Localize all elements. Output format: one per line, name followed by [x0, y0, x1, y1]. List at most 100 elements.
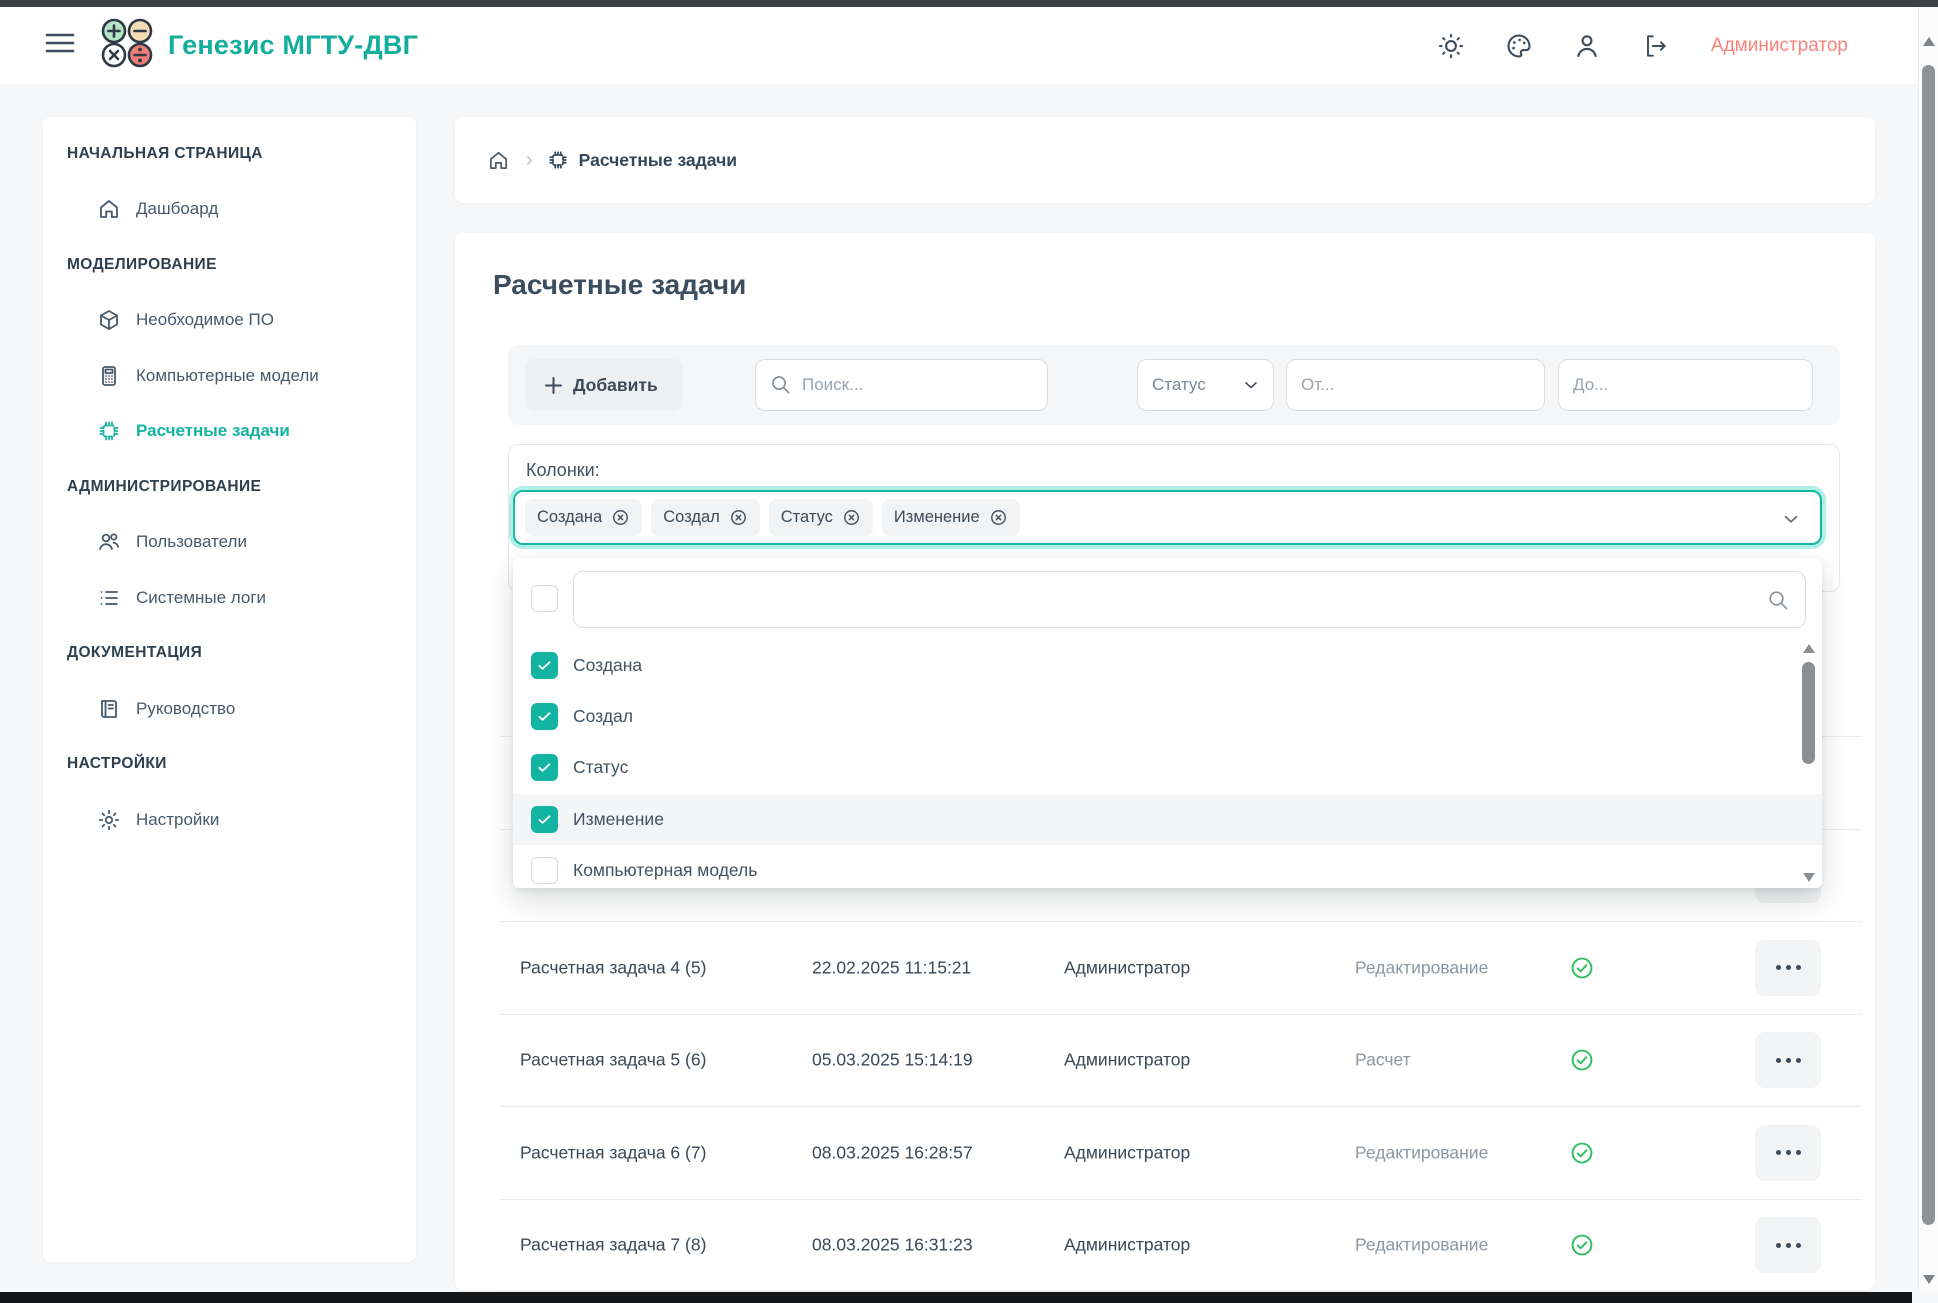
breadcrumb-page-label: Расчетные задачи — [578, 149, 737, 170]
row-menu-button[interactable] — [1755, 1217, 1821, 1274]
table-row: Расчетная задача 4 (5) 22.02.2025 11:15:2… — [500, 922, 1862, 1015]
scrollbar-thumb[interactable] — [1802, 662, 1815, 764]
chip-remove-icon[interactable] — [611, 508, 630, 527]
task-status: Редактирование — [1355, 957, 1489, 978]
sidebar-item-calculator[interactable]: Компьютерные модели — [43, 348, 416, 404]
sidebar-item-gear[interactable]: Настройки — [43, 792, 416, 848]
sidebar-section-label: МОДЕЛИРОВАНИЕ — [67, 255, 217, 273]
toolbar: Добавить Статус — [508, 345, 1840, 425]
table-row: Расчетная задача 5 (6) 05.03.2025 15:14:1… — [500, 1015, 1862, 1107]
sidebar-item-home[interactable]: Дашбоард — [43, 182, 416, 238]
theme-sun-icon[interactable] — [1437, 32, 1465, 60]
content-card: Расчетные задачи Добавить Статус Колонки… — [455, 233, 1875, 1292]
sidebar-item-label: Пользователи — [136, 532, 247, 552]
cube-icon — [97, 308, 121, 332]
home-icon — [97, 197, 121, 221]
checkbox-unchecked[interactable] — [531, 856, 558, 884]
status-select[interactable]: Статус — [1137, 359, 1274, 411]
scroll-down-arrow[interactable] — [1923, 1275, 1935, 1284]
gear-icon — [97, 808, 121, 832]
breadcrumb-current: Расчетные задачи — [547, 149, 737, 171]
chip-label: Создал — [663, 508, 720, 526]
column-option[interactable]: Создал — [513, 691, 1822, 742]
scroll-up-arrow[interactable] — [1923, 37, 1935, 46]
sidebar-item-chip[interactable]: Расчетные задачи — [43, 404, 416, 460]
sidebar-item-logs[interactable]: Системные логи — [43, 570, 416, 626]
scroll-up-arrow[interactable] — [1803, 644, 1815, 653]
sidebar-item-label: Компьютерные модели — [136, 365, 319, 385]
dropdown-scrollbar[interactable] — [1801, 644, 1817, 882]
row-menu-button[interactable] — [1755, 939, 1821, 996]
columns-multiselect[interactable]: Создана Создал Статус Изменение — [513, 490, 1822, 545]
task-creator: Администратор — [1064, 957, 1191, 978]
sidebar-item-cube[interactable]: Необходимое ПО — [43, 293, 416, 349]
column-option[interactable]: Компьютерная модель — [513, 845, 1822, 896]
current-user-role[interactable]: Администратор — [1711, 35, 1848, 57]
header-actions: Администратор — [1437, 32, 1918, 60]
chip-remove-icon[interactable] — [989, 508, 1008, 527]
chip-label: Создана — [537, 508, 603, 526]
chip-label: Статус — [780, 508, 833, 526]
sidebar-nav: НАЧАЛЬНАЯ СТРАНИЦА Дашбоард МОДЕЛИРОВАНИЕ Н… — [43, 126, 416, 848]
column-option[interactable]: Изменение — [513, 793, 1822, 845]
user-icon[interactable] — [1573, 32, 1601, 60]
window-top-edge — [0, 0, 1938, 7]
add-button[interactable]: Добавить — [526, 359, 682, 411]
selected-column-chips: Создана Создал Статус Изменение — [525, 499, 1020, 536]
calculator-icon — [97, 364, 121, 388]
row-menu-button[interactable] — [1755, 1124, 1821, 1181]
search-input[interactable] — [755, 359, 1048, 411]
column-option[interactable]: Статус — [513, 742, 1822, 793]
page-vertical-scrollbar[interactable] — [1918, 7, 1938, 1292]
checkbox-checked[interactable] — [531, 703, 558, 731]
chip-remove-icon[interactable] — [842, 508, 861, 527]
date-from-input[interactable] — [1286, 359, 1545, 411]
success-check-icon — [1569, 1232, 1595, 1258]
option-label: Статус — [573, 757, 629, 778]
app-logo-math-icon — [98, 17, 156, 74]
task-status: Редактирование — [1355, 1234, 1489, 1255]
checkbox-checked[interactable] — [531, 652, 558, 680]
scroll-down-arrow[interactable] — [1803, 873, 1815, 882]
checkbox-checked[interactable] — [531, 754, 558, 782]
dropdown-search-row — [513, 558, 1822, 640]
checkbox-checked[interactable] — [531, 805, 558, 833]
task-name: Расчетная задача 7 (8) — [520, 1234, 707, 1255]
column-chip: Изменение — [881, 499, 1020, 536]
sidebar: НАЧАЛЬНАЯ СТРАНИЦА Дашбоард МОДЕЛИРОВАНИЕ Н… — [43, 117, 416, 1262]
sidebar-item-label: Расчетные задачи — [136, 421, 290, 441]
sidebar-item-label: Настройки — [136, 809, 220, 829]
palette-icon[interactable] — [1505, 32, 1533, 60]
chevron-down-icon — [1245, 382, 1257, 389]
row-menu-button[interactable] — [1755, 1032, 1821, 1089]
column-chip: Создана — [525, 499, 643, 536]
sidebar-section-label: НАЧАЛЬНАЯ СТРАНИЦА — [67, 144, 263, 162]
task-created-at: 05.03.2025 15:14:19 — [812, 1049, 973, 1070]
sidebar-item-book[interactable]: Руководство — [43, 681, 416, 737]
app-title: Генезис МГТУ-ДВГ — [168, 30, 419, 60]
date-to-input[interactable] — [1558, 359, 1813, 411]
chevron-down-icon[interactable] — [1780, 508, 1802, 535]
logs-icon — [97, 586, 121, 610]
logout-icon[interactable] — [1641, 32, 1669, 60]
scrollbar-thumb[interactable] — [1922, 65, 1935, 1225]
sidebar-item-users[interactable]: Пользователи — [43, 515, 416, 571]
column-option[interactable]: Создана — [513, 640, 1822, 691]
option-label: Компьютерная модель — [573, 859, 758, 880]
breadcrumb-chevron-icon: › — [526, 148, 533, 171]
column-chip: Создал — [651, 499, 760, 536]
select-all-checkbox[interactable] — [531, 585, 558, 612]
task-creator: Администратор — [1064, 1049, 1191, 1070]
task-name: Расчетная задача 4 (5) — [520, 957, 707, 978]
home-icon[interactable] — [487, 149, 510, 172]
chip-remove-icon[interactable] — [729, 508, 748, 527]
chip-label: Изменение — [893, 508, 980, 526]
dropdown-filter-input[interactable] — [573, 571, 1806, 628]
success-check-icon — [1569, 955, 1595, 981]
sidebar-item-label: Необходимое ПО — [136, 310, 274, 330]
menu-icon[interactable] — [44, 30, 76, 61]
page-horizontal-scrollbar[interactable] — [0, 1292, 1912, 1303]
column-chip: Статус — [768, 499, 873, 536]
sidebar-section-label: НАСТРОЙКИ — [67, 755, 167, 773]
chip-icon — [97, 419, 121, 443]
